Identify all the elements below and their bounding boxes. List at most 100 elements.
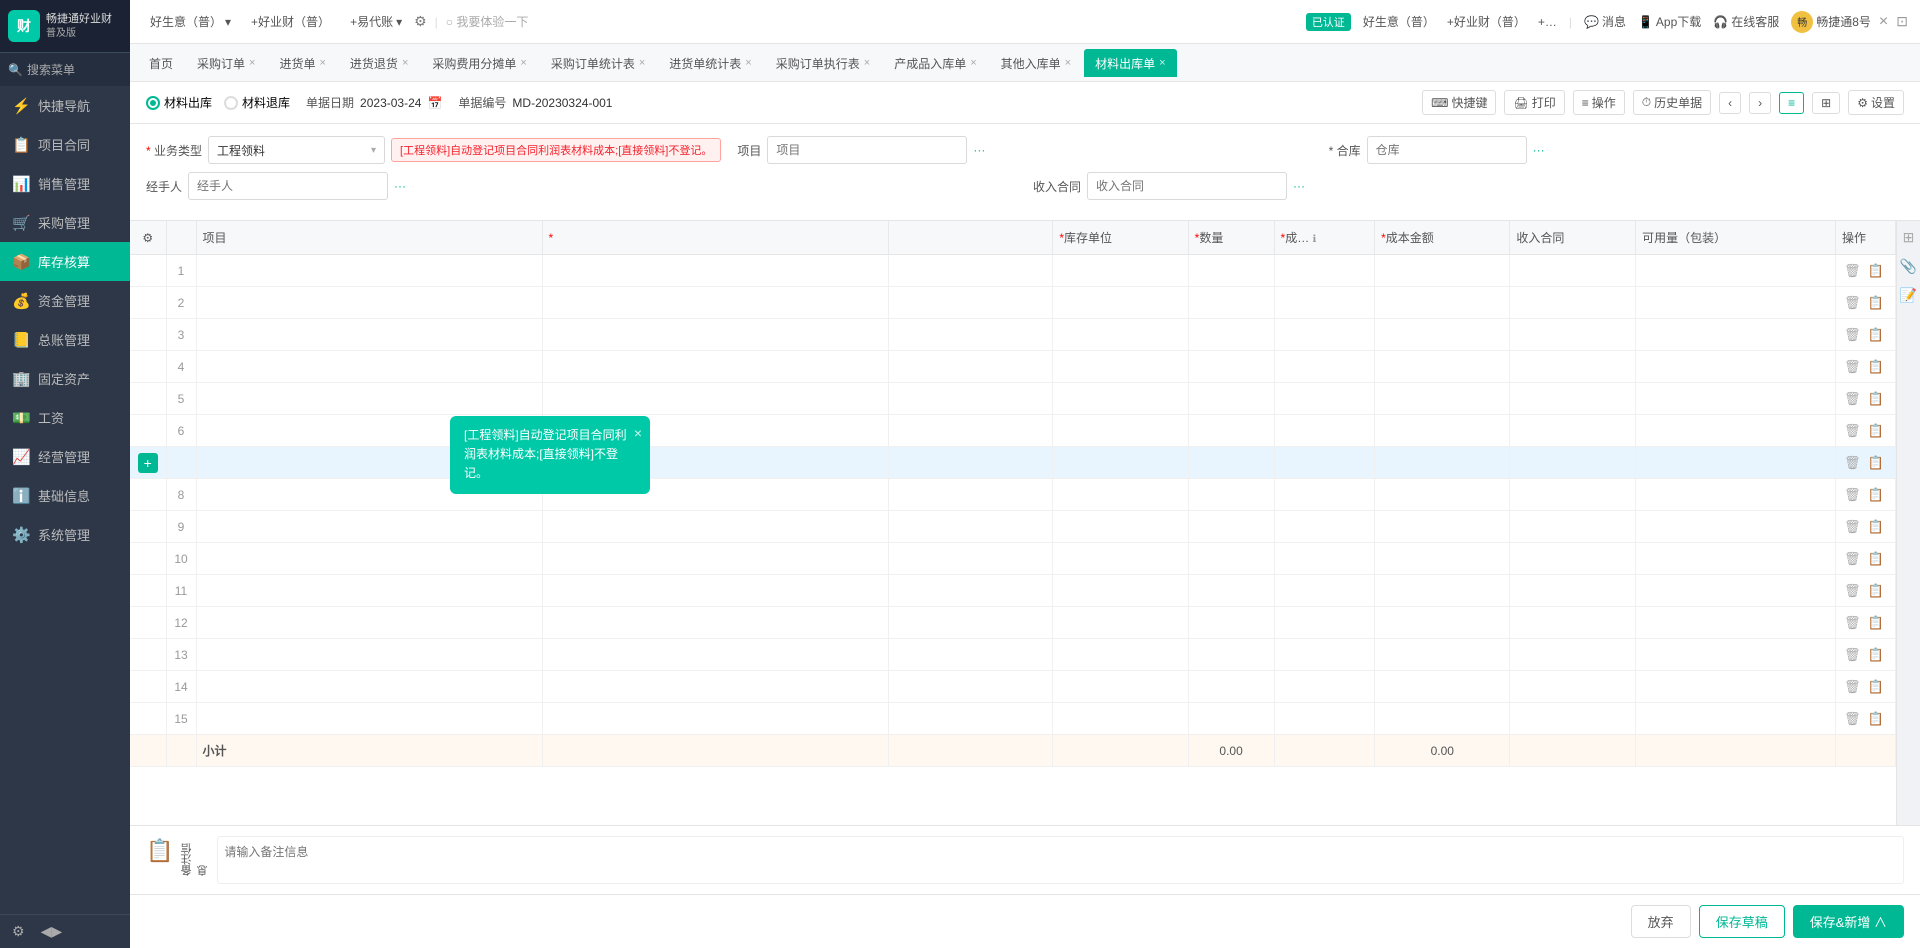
tab-goods-in[interactable]: 进货单 × [268, 49, 336, 77]
topbar-settings-icon[interactable]: ⚙ [414, 13, 427, 30]
delete-icon-9[interactable]: 🗑 [1844, 519, 1861, 534]
delete-icon-11[interactable]: 🗑 [1844, 583, 1861, 598]
row-material-1[interactable] [542, 255, 888, 287]
copy-icon-15[interactable]: 📋 [1868, 711, 1884, 726]
income-contract-input[interactable] [1087, 172, 1287, 200]
online-service-btn[interactable]: 🎧 在线客服 [1713, 13, 1779, 30]
copy-icon-12[interactable]: 📋 [1868, 615, 1884, 630]
sidebar-item-inventory[interactable]: 📦 库存核算 [0, 242, 130, 281]
project-input[interactable] [767, 136, 967, 164]
delete-icon-3[interactable]: 🗑 [1844, 327, 1861, 342]
settings-btn[interactable]: ⚙ 设置 [1848, 90, 1904, 115]
delete-icon-5[interactable]: 🗑 [1844, 391, 1861, 406]
delete-icon-1[interactable]: 🗑 [1844, 263, 1861, 278]
tab-close-icon[interactable]: × [249, 57, 255, 69]
sidebar-settings-icon[interactable]: ⚙ [12, 923, 25, 940]
copy-icon-3[interactable]: 📋 [1868, 327, 1884, 342]
row-cost-amt-1[interactable] [1375, 255, 1510, 287]
tab-purchase-exec[interactable]: 采购订单执行表 × [765, 49, 881, 77]
handler-link-icon[interactable]: ··· [394, 179, 406, 193]
discard-button[interactable]: 放弃 [1631, 905, 1691, 938]
delete-icon-2[interactable]: 🗑 [1844, 295, 1861, 310]
tab-close-icon-7[interactable]: × [864, 57, 870, 69]
copy-icon-add[interactable]: 📋 [1868, 455, 1884, 470]
view-toggle-grid[interactable]: ⊞ [1812, 92, 1840, 114]
copy-icon-4[interactable]: 📋 [1868, 359, 1884, 374]
handler-input[interactable] [188, 172, 388, 200]
sidebar-collapse-icon[interactable]: ◀▶ [41, 923, 63, 940]
sidebar-item-operations[interactable]: 📈 经营管理 [0, 437, 130, 476]
sidebar-item-sales[interactable]: 📊 销售管理 [0, 164, 130, 203]
copy-icon-8[interactable]: 📋 [1868, 487, 1884, 502]
tab-close-icon-3[interactable]: × [402, 57, 408, 69]
window-expand-icon[interactable]: ⊡ [1896, 13, 1908, 30]
tab-close-icon-9[interactable]: × [1065, 57, 1071, 69]
row-unit-1[interactable] [1053, 255, 1188, 287]
delete-icon-12[interactable]: 🗑 [1844, 615, 1861, 630]
calendar-icon[interactable]: 📅 [427, 96, 442, 110]
message-btn[interactable]: 💬 消息 [1584, 13, 1626, 30]
delete-icon-15[interactable]: 🗑 [1844, 711, 1861, 726]
save-draft-button[interactable]: 保存草稿 [1699, 905, 1785, 938]
sidebar-item-assets[interactable]: 🏢 固定资产 [0, 359, 130, 398]
topbar-nav-easy-account[interactable]: +易代账 ▾ [342, 10, 410, 33]
tab-close-icon-5[interactable]: × [639, 57, 645, 69]
tab-home[interactable]: 首页 [138, 49, 184, 77]
copy-icon-5[interactable]: 📋 [1868, 391, 1884, 406]
tab-goods-stats[interactable]: 进货单统计表 × [658, 49, 762, 77]
col-settings[interactable]: ⚙ [130, 221, 166, 255]
sidebar-item-system[interactable]: ⚙️ 系统管理 [0, 515, 130, 554]
delete-icon-13[interactable]: 🗑 [1844, 647, 1861, 662]
project-link-icon[interactable]: ··· [973, 143, 985, 157]
delete-icon-8[interactable]: 🗑 [1844, 487, 1861, 502]
tab-close-icon-4[interactable]: × [520, 57, 526, 69]
copy-icon-1[interactable]: 📋 [1868, 263, 1884, 278]
sidebar-item-ledger[interactable]: 📒 总账管理 [0, 320, 130, 359]
app-download-btn[interactable]: 📱 App下载 [1638, 13, 1701, 30]
copy-icon-2[interactable]: 📋 [1868, 295, 1884, 310]
sidebar-search[interactable]: 🔍 搜索菜单 [0, 53, 130, 86]
sidebar-item-finance[interactable]: 💰 资金管理 [0, 281, 130, 320]
delete-icon-add[interactable]: 🗑 [1844, 455, 1861, 470]
notes-textarea[interactable] [217, 836, 1904, 884]
view-toggle-list[interactable]: ≡ [1779, 92, 1804, 114]
row-contract-1[interactable] [1510, 255, 1636, 287]
tab-finished-goods[interactable]: 产成品入库单 × [883, 49, 987, 77]
row-cost-1[interactable] [1274, 255, 1375, 287]
history-btn[interactable]: ⏱ 历史单据 [1633, 90, 1711, 115]
row-spec-1[interactable] [888, 255, 1053, 287]
row-qty-1[interactable] [1188, 255, 1274, 287]
tab-material-out[interactable]: 材料出库单 × [1084, 49, 1176, 77]
delete-icon-4[interactable]: 🗑 [1844, 359, 1861, 374]
sidebar-item-project[interactable]: 📋 项目合同 [0, 125, 130, 164]
copy-icon-14[interactable]: 📋 [1868, 679, 1884, 694]
experience-link[interactable]: ○ 我要体验一下 [446, 13, 529, 30]
tab-purchase-stats[interactable]: 采购订单统计表 × [540, 49, 656, 77]
user-avatar[interactable]: 畅 畅捷通8号 [1791, 11, 1871, 33]
copy-icon-11[interactable]: 📋 [1868, 583, 1884, 598]
copy-icon-6[interactable]: 📋 [1868, 423, 1884, 438]
nav-next-btn[interactable]: › [1749, 92, 1771, 114]
row-project-1[interactable] [196, 255, 542, 287]
print-btn[interactable]: 🖨 打印 [1504, 90, 1564, 115]
radio-material-return[interactable]: 材料退库 [224, 94, 290, 111]
tab-close-icon-6[interactable]: × [745, 57, 751, 69]
tab-goods-return[interactable]: 进货退货 × [339, 49, 419, 77]
income-contract-link-icon[interactable]: ··· [1293, 179, 1305, 193]
tab-close-icon-2[interactable]: × [319, 57, 325, 69]
copy-icon-10[interactable]: 📋 [1868, 551, 1884, 566]
sidebar-item-quick-nav[interactable]: ⚡ 快捷导航 [0, 86, 130, 125]
radio-material-out[interactable]: 材料出库 [146, 94, 212, 111]
delete-icon-6[interactable]: 🗑 [1844, 423, 1861, 438]
row-available-1[interactable] [1636, 255, 1836, 287]
tab-purchase-fee[interactable]: 采购费用分摊单 × [421, 49, 537, 77]
business-type-select[interactable]: 工程领料 ▾ [208, 136, 385, 164]
add-row-btn[interactable]: + [138, 453, 158, 473]
copy-icon-9[interactable]: 📋 [1868, 519, 1884, 534]
sidebar-item-base-info[interactable]: ℹ️ 基础信息 [0, 476, 130, 515]
warehouse-link-icon[interactable]: ··· [1533, 143, 1545, 157]
window-close-icon[interactable]: × [1879, 13, 1888, 31]
tab-close-icon-8[interactable]: × [970, 57, 976, 69]
shortcut-btn[interactable]: ⌨ 快捷键 [1422, 90, 1496, 115]
delete-icon-14[interactable]: 🗑 [1844, 679, 1861, 694]
